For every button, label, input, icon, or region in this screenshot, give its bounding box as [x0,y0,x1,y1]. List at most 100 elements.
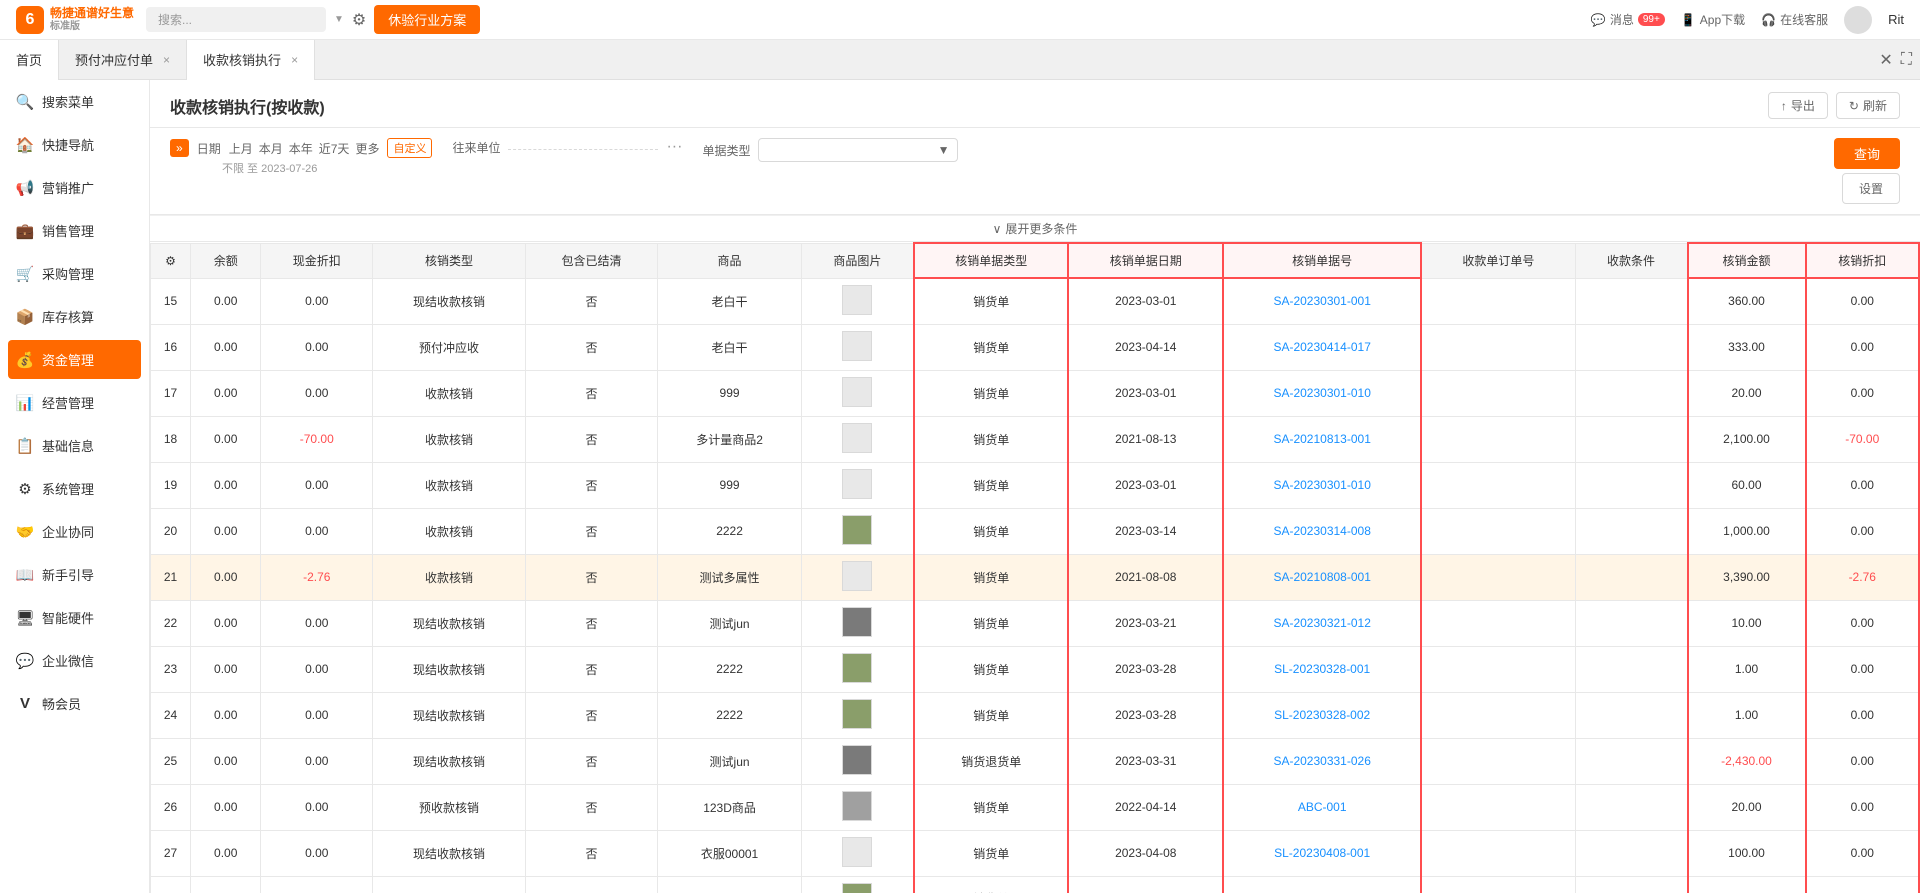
tab-verify[interactable]: 收款核销执行 × [187,40,315,80]
industry-solution-button[interactable]: 休验行业方案 [374,5,480,34]
date-this-month[interactable]: 本月 [259,140,283,157]
cell-bill-no[interactable]: SL-20230328-001 [1223,646,1421,692]
refresh-button[interactable]: ↻ 刷新 [1836,92,1900,119]
sidebar-item-marketing[interactable]: 📢 营销推广 [0,166,149,209]
cell-bill-no[interactable]: SA-20210808-001 [1223,554,1421,600]
cell-settled: 否 [525,370,657,416]
cell-verify-amount: 3,390.00 [1688,554,1806,600]
cell-balance: 0.00 [191,462,261,508]
table-container[interactable]: ⚙ 余额 现金折扣 核销类型 包含已结清 商品 商品图片 核销单据类型 核销单据… [150,242,1920,893]
bill-no-link[interactable]: SA-20230301-001 [1273,294,1370,308]
bill-no-link[interactable]: SA-20210813-001 [1273,432,1370,446]
cell-bill-no[interactable]: SL-20230418-001 [1223,876,1421,893]
bill-no-link[interactable]: SL-20230328-002 [1274,708,1370,722]
col-bill-type: 核销单据类型 [914,243,1069,278]
date-7days[interactable]: 近7天 [319,140,350,157]
cell-verify-discount: 0.00 [1806,324,1920,370]
dropdown-arrow-icon: ▼ [334,14,344,25]
sidebar-item-operations[interactable]: 📊 经营管理 [0,381,149,424]
bill-no-link[interactable]: SA-20230314-008 [1273,524,1370,538]
cell-id: 20 [151,508,191,554]
cell-bill-date: 2023-03-28 [1068,646,1223,692]
sidebar-item-hardware[interactable]: 🖥 智能硬件 [0,596,149,639]
online-service-area[interactable]: 🎧 在线客服 [1761,11,1828,28]
col-gear[interactable]: ⚙ [151,243,191,278]
cell-goods-img [801,784,914,830]
tab-verify-close-icon[interactable]: × [291,53,298,67]
cell-verify-amount: 1.00 [1688,646,1806,692]
date-this-year[interactable]: 本年 [289,140,313,157]
col-goods-img: 商品图片 [801,243,914,278]
cell-bill-no[interactable]: SA-20230414-017 [1223,324,1421,370]
cell-bill-no[interactable]: SA-20230301-001 [1223,278,1421,324]
query-button[interactable]: 查询 [1834,138,1900,169]
close-window-icon[interactable]: ✕ [1879,50,1892,70]
cell-bill-no[interactable]: SL-20230408-001 [1223,830,1421,876]
cell-payment-cond [1575,324,1688,370]
cell-settled: 否 [525,554,657,600]
expand-label: 展开更多条件 [1005,220,1077,237]
basic-icon: 📋 [16,437,34,455]
cell-cash-discount: 0.00 [261,646,373,692]
cell-bill-no[interactable]: ABC-001 [1223,784,1421,830]
bill-no-link[interactable]: SA-20230414-017 [1273,340,1370,354]
sidebar-item-vip[interactable]: V 畅会员 [0,682,149,725]
bill-no-link[interactable]: SA-20230331-026 [1273,754,1370,768]
gear-icon[interactable]: ⚙ [352,10,366,30]
message-icon-area[interactable]: 💬 消息 99+ [1591,11,1665,28]
cell-order-no [1421,692,1575,738]
sidebar-item-collab[interactable]: 🤝 企业协同 [0,510,149,553]
maximize-icon[interactable]: ⛶ [1901,51,1912,69]
user-avatar[interactable] [1844,6,1872,34]
header-actions: ↑ 导出 ↻ 刷新 [1768,92,1900,119]
sidebar-item-search[interactable]: 🔍 搜索菜单 [0,80,149,123]
cell-settled: 否 [525,692,657,738]
date-custom[interactable]: 自定义 [387,138,432,158]
cell-bill-no[interactable]: SA-20230331-026 [1223,738,1421,784]
sidebar-item-finance[interactable]: 💰 资金管理 [8,340,141,379]
top-search-box[interactable]: 搜索... [146,7,326,32]
cell-verify-amount: -2,430.00 [1688,738,1806,784]
table-row: 15 0.00 0.00 现结收款核销 否 老白干 销货单 2023-03-01… [151,278,1920,324]
bill-no-link[interactable]: SA-20210808-001 [1273,570,1370,584]
tab-prepay-close-icon[interactable]: × [163,53,170,67]
bill-no-link[interactable]: SL-20230408-001 [1274,846,1370,860]
cell-verify-amount: 20.00 [1688,370,1806,416]
filter-bar: » 日期 上月 本月 本年 近7天 更多 自定义 不限 至 2023-07-26 [150,128,1920,215]
bill-no-link[interactable]: SL-20230328-001 [1274,662,1370,676]
bill-type-select[interactable]: ▼ [758,138,958,162]
sidebar-item-inventory[interactable]: 📦 库存核算 [0,295,149,338]
cell-bill-no[interactable]: SA-20230301-010 [1223,370,1421,416]
sidebar-item-system[interactable]: ⚙ 系统管理 [0,467,149,510]
cell-bill-no[interactable]: SA-20230314-008 [1223,508,1421,554]
tab-home[interactable]: 首页 [0,40,59,80]
unit-more-icon[interactable]: ··· [666,138,682,156]
cell-id: 16 [151,324,191,370]
bill-no-link[interactable]: ABC-001 [1298,800,1347,814]
date-last-month[interactable]: 上月 [229,140,253,157]
settings-button[interactable]: 设置 [1842,173,1900,204]
app-download-area[interactable]: 📱 App下载 [1681,11,1745,28]
unit-select[interactable] [508,145,658,150]
bill-no-link[interactable]: SA-20230301-010 [1273,386,1370,400]
cell-id: 22 [151,600,191,646]
expand-conditions-button[interactable]: ∨ 展开更多条件 [993,220,1078,237]
tab-prepay[interactable]: 预付冲应付单 × [59,40,187,80]
sidebar-item-basic[interactable]: 📋 基础信息 [0,424,149,467]
sidebar-item-guide[interactable]: 📖 新手引导 [0,553,149,596]
export-button[interactable]: ↑ 导出 [1768,92,1828,119]
bill-no-link[interactable]: SA-20230301-010 [1273,478,1370,492]
collapse-filter-button[interactable]: » [170,139,189,157]
cell-bill-no[interactable]: SL-20230328-002 [1223,692,1421,738]
cell-bill-no[interactable]: SA-20210813-001 [1223,416,1421,462]
sidebar-item-sales[interactable]: 💼 销售管理 [0,209,149,252]
cell-bill-no[interactable]: SA-20230301-010 [1223,462,1421,508]
cell-goods: 123D商品 [658,784,802,830]
search-menu-icon: 🔍 [16,93,34,111]
sidebar-item-purchase[interactable]: 🛒 采购管理 [0,252,149,295]
date-more[interactable]: 更多 [355,140,379,157]
cell-bill-no[interactable]: SA-20230321-012 [1223,600,1421,646]
sidebar-item-quicknav[interactable]: 🏠 快捷导航 [0,123,149,166]
bill-no-link[interactable]: SA-20230321-012 [1273,616,1370,630]
sidebar-item-wechat[interactable]: 💬 企业微信 [0,639,149,682]
